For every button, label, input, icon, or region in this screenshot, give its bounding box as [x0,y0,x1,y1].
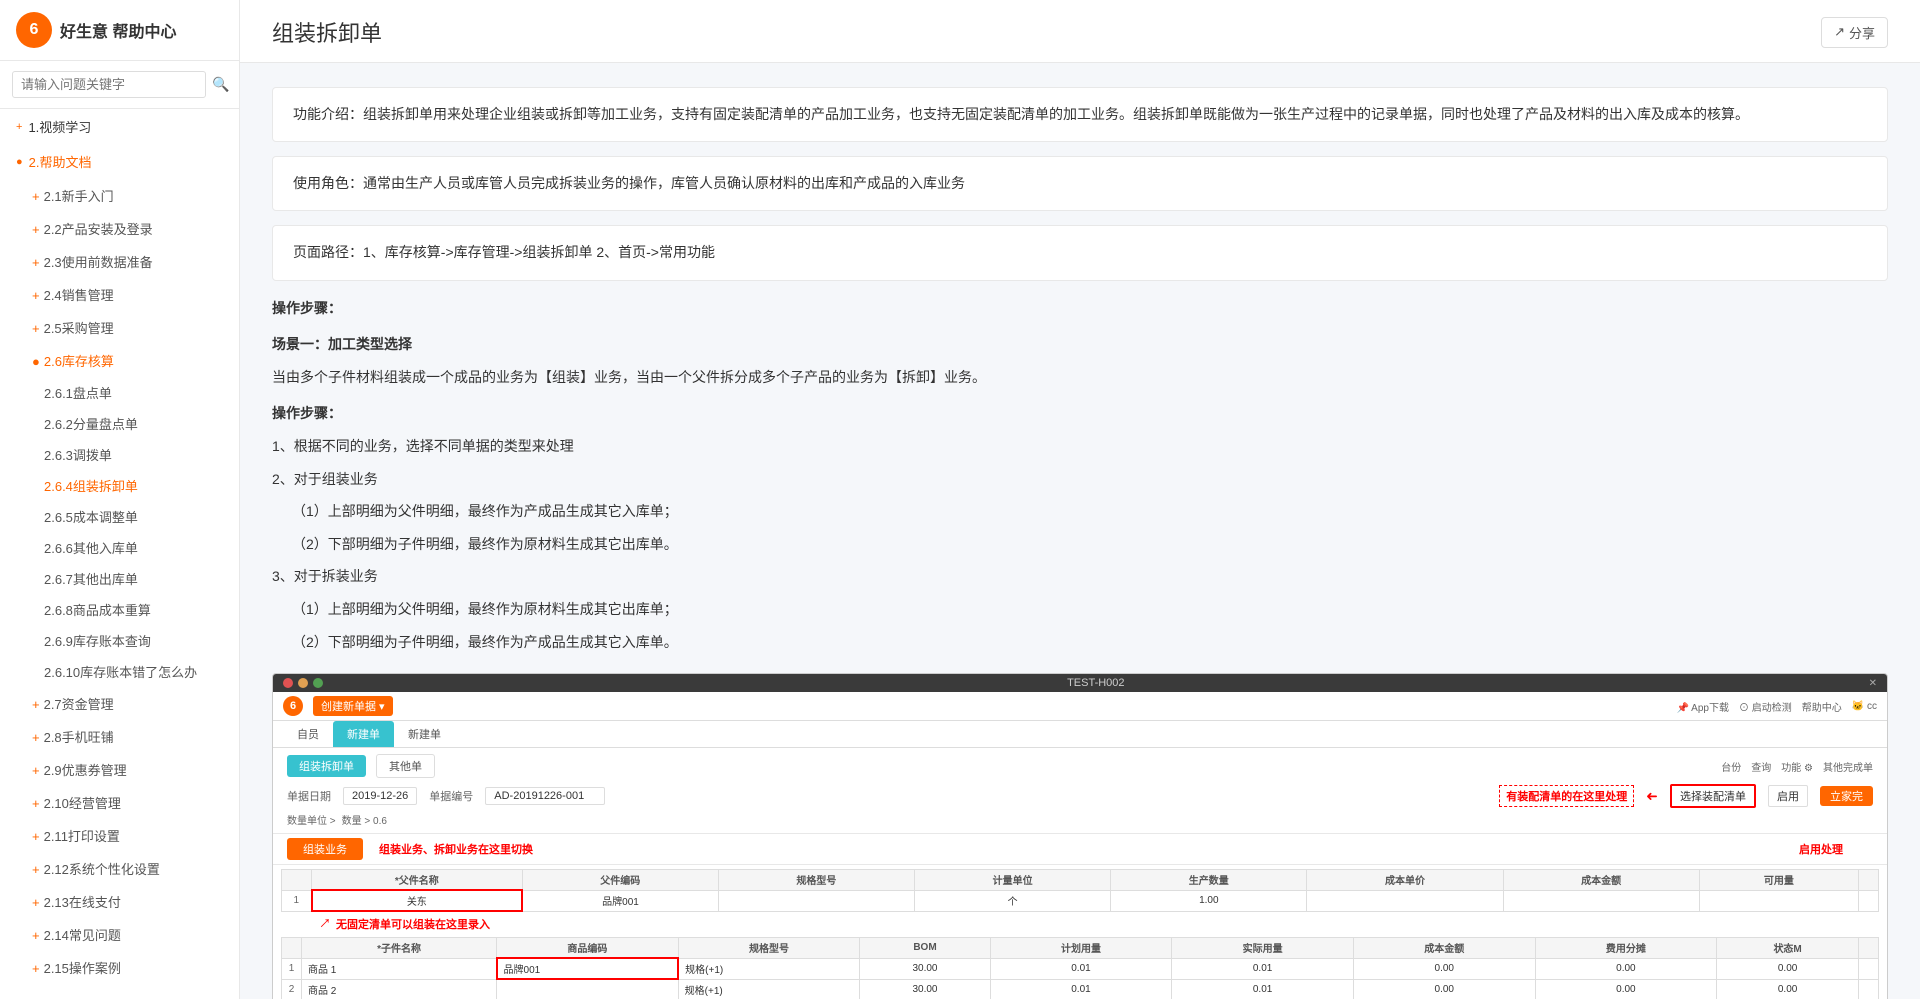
ss-type-selector[interactable]: 组装业务 [287,838,363,860]
nav-item-2-11[interactable]: +2.11打印设置 [0,819,239,852]
nav-item-2-6-9[interactable]: 2.6.9库存账本查询 [0,625,239,656]
role-box: 使用角色：通常由生产人员或库管人员完成拆装业务的操作，库管人员确认原材料的出库和… [272,156,1888,211]
sidebar-header: 6 好生意 帮助中心 [0,0,239,61]
nav-item-2-5[interactable]: +2.5采购管理 [0,311,239,344]
nav-item-2-13[interactable]: +2.13在线支付 [0,885,239,918]
ss-tab-new2[interactable]: 新建单 [394,721,455,747]
nav-item-2-3[interactable]: +2.3使用前数据准备 [0,245,239,278]
intro-text: 功能介绍：组装拆卸单用来处理企业组装或拆卸等加工业务，支持有固定装配清单的产品加… [293,102,1867,127]
nav-item-2-8[interactable]: +2.8手机旺铺 [0,720,239,753]
logo-icon: 6 [16,12,52,48]
expand-icon-docs: ● [16,156,23,168]
ss-bom-btn[interactable]: 选择装配清单 [1670,784,1756,808]
nav-item-2-12[interactable]: +2.12系统个性化设置 [0,852,239,885]
ops-title: 操作步骤： [272,400,1888,427]
main-header: 组装拆卸单 ↗ 分享 [240,0,1920,63]
nav-item-docs[interactable]: ● 2.帮助文档 [0,144,239,179]
nav-item-2-6-6[interactable]: 2.6.6其他入库单 [0,532,239,563]
ss-annotation1: 有装配清单的在这里处理 [1499,785,1634,807]
nav-item-2-1[interactable]: +2.1新手入门 [0,179,239,212]
step3-2-text: （2）下部明细为子件明细，最终作为产成品生成其它入库单。 [272,629,1888,656]
nav-item-2-6-5[interactable]: 2.6.5成本调整单 [0,501,239,532]
ss-date-input[interactable]: 2019-12-26 [343,787,417,805]
search-button[interactable]: 🔍 [212,76,229,93]
ss-type-label: 组装业务 [303,841,347,857]
main-content: 功能介绍：组装拆卸单用来处理企业组装或拆卸等加工业务，支持有固定装配清单的产品加… [240,63,1920,999]
search-box: 🔍 [0,61,239,109]
scene1-title: 场景一：加工类型选择 [272,331,1888,358]
ss-tab-new[interactable]: 新建单 [333,721,394,747]
ss-enable-btn[interactable]: 启用 [1768,785,1808,807]
nav-item-2-15[interactable]: +2.15操作案例 [0,951,239,984]
ss-type-assemble[interactable]: 组装拆卸单 [287,755,366,777]
step3-text: 3、对于拆装业务 [272,563,1888,590]
nav-item-2-2[interactable]: +2.2产品安装及登录 [0,212,239,245]
nav-item-2-6-4[interactable]: 2.6.4组装拆卸单 [0,470,239,501]
step2-2-text: （2）下部明细为子件明细，最终作为原材料生成其它出库单。 [272,531,1888,558]
nav-item-2-7[interactable]: +2.7资金管理 [0,687,239,720]
nav-item-2-6-2[interactable]: 2.6.2分量盘点单 [0,408,239,439]
ss-order-input[interactable]: AD-20191226-001 [485,787,605,805]
expand-icon: + [16,121,22,133]
main-area: 组装拆卸单 ↗ 分享 功能介绍：组装拆卸单用来处理企业组装或拆卸等加工业务，支持… [240,0,1920,999]
path-box: 页面路径：1、库存核算->库存管理->组装拆卸单 2、首页->常用功能 [272,225,1888,280]
intro-box: 功能介绍：组装拆卸单用来处理企业组装或拆卸等加工业务，支持有固定装配清单的产品加… [272,87,1888,142]
nav-list: + 1.视频学习 ● 2.帮助文档 +2.1新手入门 +2.2产品安装及登录 +… [0,109,239,999]
ss-annotation4: 无固定清单可以组装在这里录入 [336,916,490,932]
nav-label-docs: 2.帮助文档 [29,152,92,171]
nav-item-2-6-7[interactable]: 2.6.7其他出库单 [0,563,239,594]
expand-icon-2-1: + [32,189,40,204]
step2-1-text: （1）上部明细为父件明细，最终作为产成品生成其它入库单； [272,498,1888,525]
scene1-intro: 当由多个子件材料组装成一个成品的业务为【组装】业务，当由一个父件拆分成多个子产品… [272,364,1888,391]
step1-text: 1、根据不同的业务，选择不同单据的类型来处理 [272,433,1888,460]
path-text: 页面路径：1、库存核算->库存管理->组装拆卸单 2、首页->常用功能 [293,240,1867,265]
nav-item-2-4[interactable]: +2.4销售管理 [0,278,239,311]
screenshot-container: TEST-H002 ✕ 6 创建新单据 ▾ 📌 App下载 ⊙ 启动检测 帮助中… [272,673,1888,999]
ss-tab-home[interactable]: 自员 [283,721,333,747]
nav-item-2-6-8[interactable]: 2.6.8商品成本重算 [0,594,239,625]
sidebar: 6 好生意 帮助中心 🔍 + 1.视频学习 ● 2.帮助文档 +2.1新手入门 … [0,0,240,999]
step2-text: 2、对于组装业务 [272,466,1888,493]
screenshot-title: TEST-H002 [1067,677,1124,689]
nav-item-2-6-1[interactable]: 2.6.1盘点单 [0,377,239,408]
steps-section: 操作步骤： 场景一：加工类型选择 当由多个子件材料组装成一个成品的业务为【组装】… [272,295,1888,656]
nav-label-video: 1.视频学习 [28,117,91,136]
step3-1-text: （1）上部明细为父件明细，最终作为原材料生成其它出库单； [272,596,1888,623]
share-icon: ↗ [1834,24,1845,40]
search-input[interactable] [12,71,206,98]
page-title: 组装拆卸单 [272,16,382,62]
share-button[interactable]: ↗ 分享 [1821,17,1888,48]
nav-item-video[interactable]: + 1.视频学习 [0,109,239,144]
ss-complete-btn[interactable]: 立家完 [1820,786,1873,806]
nav-item-2-6[interactable]: ●2.6库存核算 [0,344,239,377]
steps-title: 操作步骤： [272,295,1888,322]
share-label: 分享 [1849,23,1875,42]
nav-item-2-9[interactable]: +2.9优惠券管理 [0,753,239,786]
nav-item-2-14[interactable]: +2.14常见问题 [0,918,239,951]
ss-annotation3: 启用处理 [1799,841,1843,857]
ss-annotation2: 组装业务、拆卸业务在这里切换 [379,841,533,857]
ss-type-other[interactable]: 其他单 [376,754,435,778]
nav-item-2-10[interactable]: +2.10经营管理 [0,786,239,819]
logo-text: 好生意 帮助中心 [60,18,176,42]
nav-item-2-6-3[interactable]: 2.6.3调拨单 [0,439,239,470]
nav-item-2-6-10[interactable]: 2.6.10库存账本错了怎么办 [0,656,239,687]
ss-new-btn[interactable]: 创建新单据 ▾ [313,696,393,716]
role-text: 使用角色：通常由生产人员或库管人员完成拆装业务的操作，库管人员确认原材料的出库和… [293,171,1867,196]
